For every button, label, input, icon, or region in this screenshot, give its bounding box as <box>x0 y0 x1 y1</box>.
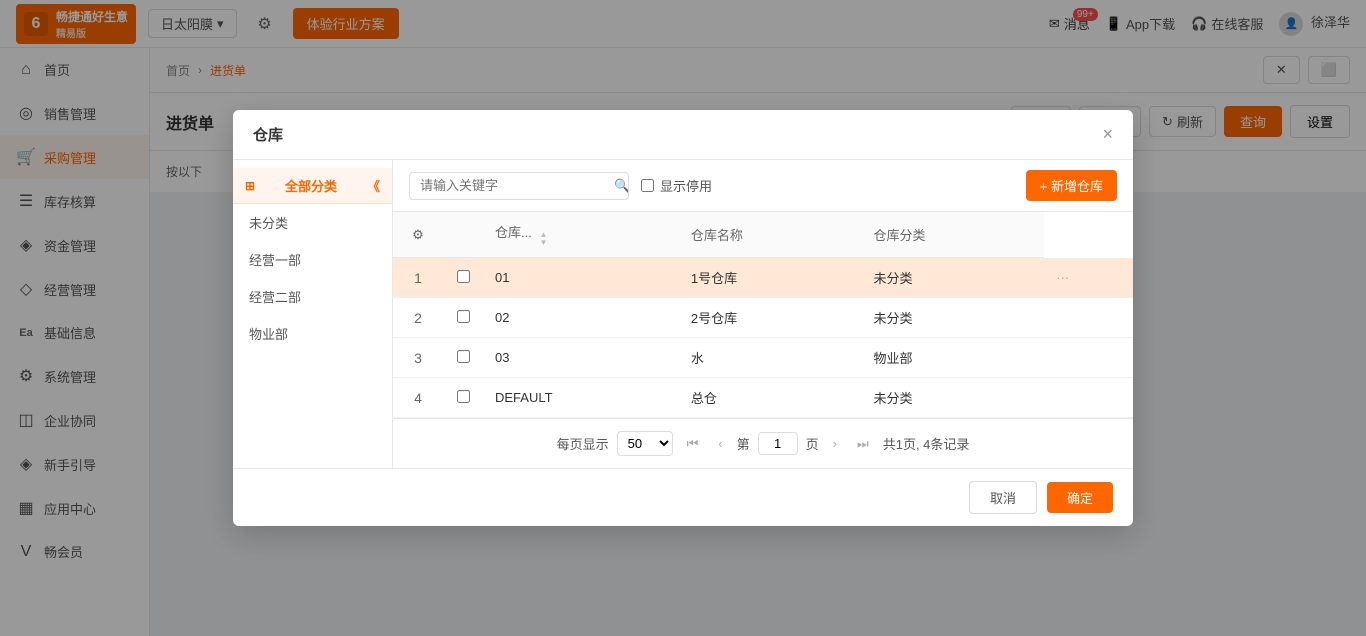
category-item-2[interactable]: 经营二部 <box>233 278 392 315</box>
table-row[interactable]: 2 02 2号仓库 未分类 <box>393 298 1133 338</box>
col-gear[interactable]: ⚙ <box>393 212 443 258</box>
table-row[interactable]: 1 01 1号仓库 未分类 ··· <box>393 258 1133 298</box>
row-2-name: 2号仓库 <box>679 298 862 338</box>
page-jump-word: 第 <box>737 434 750 453</box>
row-4-no: 4 <box>393 378 443 418</box>
modal-close-button[interactable]: × <box>1102 124 1113 145</box>
page-prev-button[interactable]: ‹ <box>712 434 728 453</box>
col-name[interactable]: 仓库名称 <box>679 212 862 258</box>
row-1-no: 1 <box>393 258 443 298</box>
row-1-id: 01 <box>483 258 679 298</box>
show-disabled-label: 显示停用 <box>660 176 712 195</box>
pagination: 每页显示 10 20 50 100 ⏮ ‹ 第 页 › ⏭ 共1页, 4条记录 <box>393 418 1133 468</box>
row-3-name: 水 <box>679 338 862 378</box>
page-size-select[interactable]: 10 20 50 100 <box>617 431 673 456</box>
col-category[interactable]: 仓库分类 <box>862 212 1045 258</box>
row-4-checkbox[interactable] <box>457 390 470 403</box>
show-disabled-checkbox[interactable] <box>641 179 654 192</box>
table-row[interactable]: 3 03 水 物业部 <box>393 338 1133 378</box>
row-3-no: 3 <box>393 338 443 378</box>
col-id[interactable]: 仓库... ▲▼ <box>483 212 679 258</box>
search-icon[interactable]: 🔍 <box>606 173 629 199</box>
cancel-button[interactable]: 取消 <box>969 481 1037 514</box>
page-size-label: 每页显示 <box>557 434 609 453</box>
page-input[interactable] <box>758 432 798 455</box>
col-checkbox <box>443 212 483 258</box>
row-4-category: 未分类 <box>862 378 1045 418</box>
page-first-button[interactable]: ⏮ <box>681 434 705 454</box>
row-1-name: 1号仓库 <box>679 258 862 298</box>
category-item-1[interactable]: 经营一部 <box>233 241 392 278</box>
category-item-0[interactable]: 未分类 <box>233 204 392 241</box>
row-2-no: 2 <box>393 298 443 338</box>
modal-body: ⊞ 全部分类 《 未分类 经营一部 经营二部 物业部 🔍 <box>233 160 1133 468</box>
modal-footer: 取消 确定 <box>233 468 1133 526</box>
page-word: 页 <box>806 434 819 453</box>
add-warehouse-button[interactable]: + 新增仓库 <box>1026 170 1117 201</box>
all-category-icon: ⊞ <box>245 179 255 193</box>
row-2-checkbox[interactable] <box>457 310 470 323</box>
category-item-3[interactable]: 物业部 <box>233 315 392 352</box>
warehouse-modal: 仓库 × ⊞ 全部分类 《 未分类 经营一部 经营二部 物业部 <box>233 110 1133 526</box>
total-info: 共1页, 4条记录 <box>883 434 970 453</box>
row-2-category: 未分类 <box>862 298 1045 338</box>
modal-main-panel: 🔍 显示停用 + 新增仓库 ⚙ 仓库... <box>393 160 1133 468</box>
row-3-id: 03 <box>483 338 679 378</box>
search-input[interactable] <box>410 173 606 198</box>
all-category-header[interactable]: ⊞ 全部分类 《 <box>233 168 392 204</box>
row-2-id: 02 <box>483 298 679 338</box>
modal-header: 仓库 × <box>233 110 1133 160</box>
page-last-button[interactable]: ⏭ <box>851 434 875 454</box>
show-disabled-checkbox-label[interactable]: 显示停用 <box>641 176 712 195</box>
row-4-id: DEFAULT <box>483 378 679 418</box>
row-3-checkbox[interactable] <box>457 350 470 363</box>
warehouse-table: ⚙ 仓库... ▲▼ 仓库名称 仓库分类 <box>393 212 1133 418</box>
category-sidebar: ⊞ 全部分类 《 未分类 经营一部 经营二部 物业部 <box>233 160 393 468</box>
collapse-icon[interactable]: 《 <box>367 176 380 195</box>
confirm-button[interactable]: 确定 <box>1047 482 1113 513</box>
row-1-category: 未分类 <box>862 258 1045 298</box>
row-4-name: 总仓 <box>679 378 862 418</box>
page-next-button[interactable]: › <box>827 434 843 453</box>
modal-toolbar: 🔍 显示停用 + 新增仓库 <box>393 160 1133 212</box>
search-box: 🔍 <box>409 172 629 200</box>
row-1-more[interactable]: ··· <box>1044 258 1133 298</box>
sort-id-icon: ▲▼ <box>539 231 547 247</box>
modal-title: 仓库 <box>253 124 283 145</box>
row-1-checkbox[interactable] <box>457 270 470 283</box>
table-row[interactable]: 4 DEFAULT 总仓 未分类 <box>393 378 1133 418</box>
all-category-label: 全部分类 <box>285 176 337 195</box>
row-3-category: 物业部 <box>862 338 1045 378</box>
